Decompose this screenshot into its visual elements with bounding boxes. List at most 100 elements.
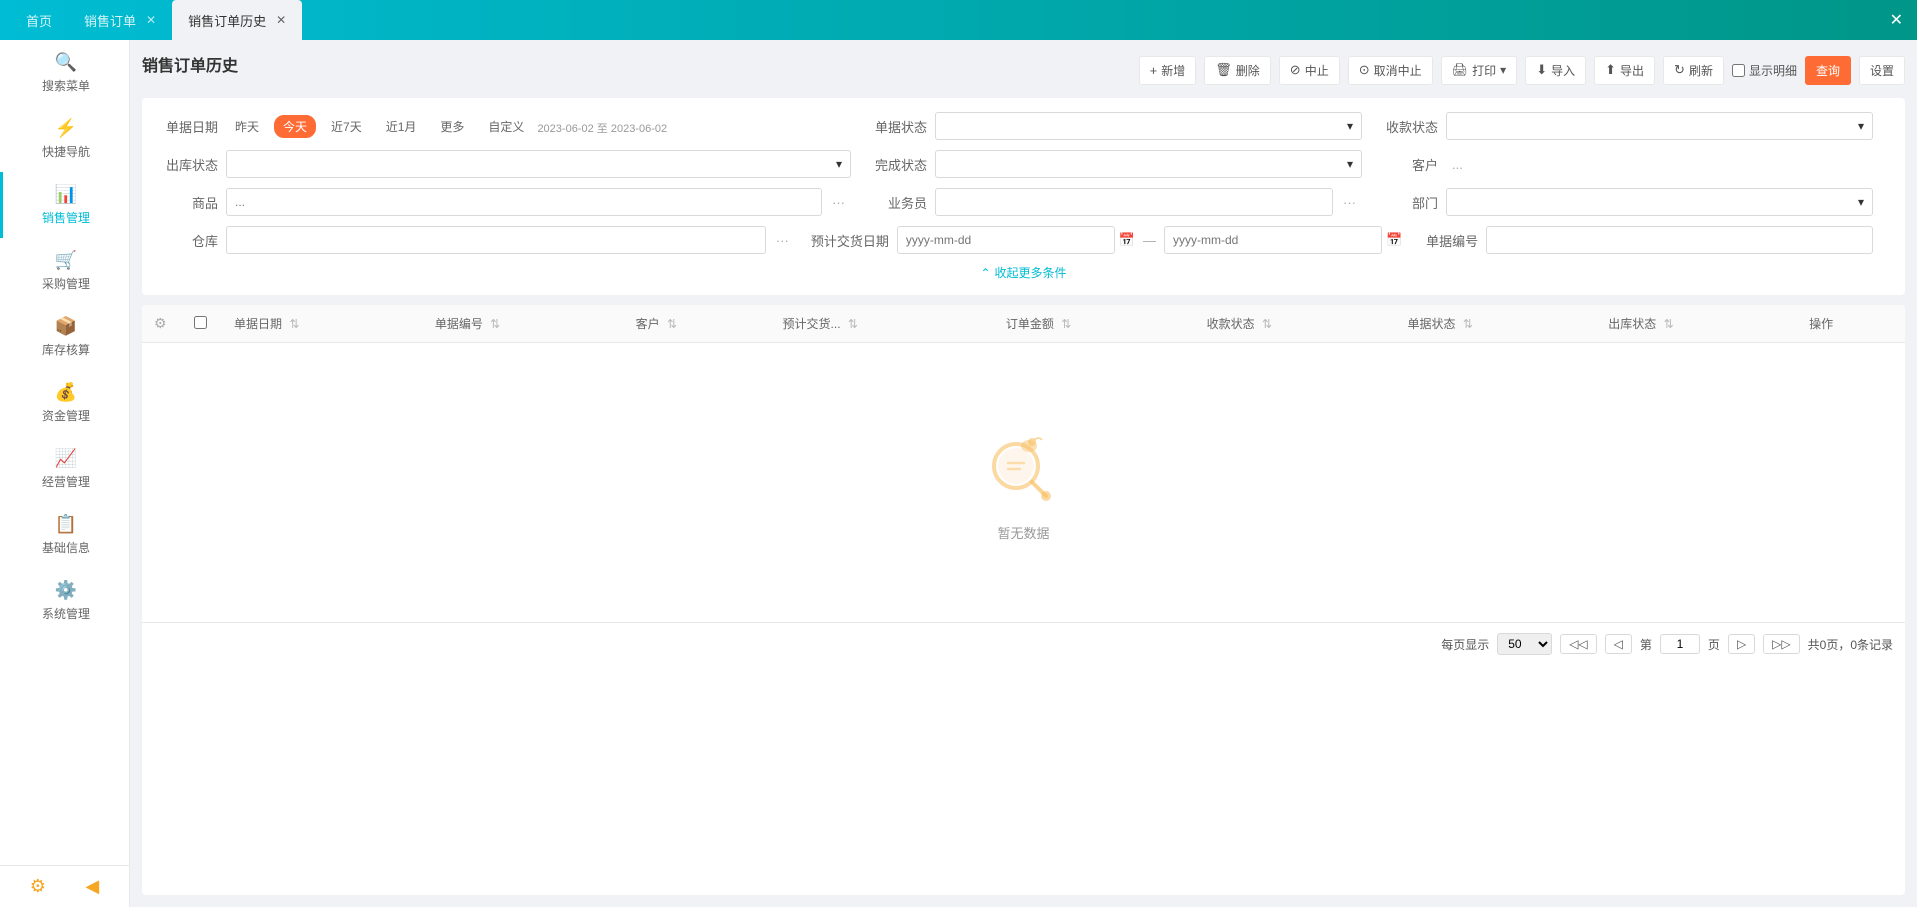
th-amount-sort-icon[interactable]: ⇅ — [1061, 317, 1071, 331]
sidebar-item-operations[interactable]: 📈经营管理 — [0, 436, 129, 502]
th-delivery-status: 出库状态 ⇅ — [1596, 305, 1797, 343]
new-button[interactable]: +新增 — [1139, 56, 1197, 85]
print-icon: 🖨 — [1452, 62, 1469, 78]
sidebar-item-sys-mgmt[interactable]: ⚙️系统管理 — [0, 568, 129, 634]
th-delivery-status-label: 出库状态 — [1608, 317, 1656, 331]
date-btn-1month[interactable]: 近1月 — [377, 115, 426, 138]
salesperson-input[interactable] — [935, 188, 1333, 216]
filter-status: 单据状态 ▾ — [867, 112, 1378, 140]
tab-close-sales-order[interactable]: ✕ — [146, 13, 156, 27]
department-select[interactable]: ▾ — [1446, 188, 1873, 216]
page-title: 销售订单历史 — [142, 52, 238, 76]
top-bar: 首页销售订单✕销售订单历史✕ ✕ — [0, 0, 1917, 40]
next-page-btn[interactable]: ▷ — [1728, 634, 1755, 654]
th-date-sort-icon[interactable]: ⇅ — [289, 317, 299, 331]
prev-page-btn[interactable]: ◁ — [1605, 634, 1632, 654]
table-column-settings-btn[interactable]: ⚙ — [154, 315, 167, 331]
th-receipt-status-sort-icon[interactable]: ⇅ — [1262, 317, 1272, 331]
th-delivery-status-sort-icon[interactable]: ⇅ — [1664, 317, 1674, 331]
display-columns-label[interactable]: 显示明细 — [1732, 62, 1797, 79]
last-page-btn[interactable]: ▷▷ — [1763, 634, 1799, 654]
delivery-status-select[interactable]: ▾ — [226, 150, 851, 178]
expected-date-from[interactable] — [897, 226, 1115, 254]
filter-order-no: 单据编号 — [1418, 226, 1889, 254]
window-close-button[interactable]: ✕ — [1886, 6, 1907, 34]
date-btn-more[interactable]: 更多 — [431, 115, 473, 138]
select-all-checkbox[interactable] — [194, 316, 207, 329]
date-btn-7days[interactable]: 近7天 — [322, 115, 371, 138]
date-btn-yesterday[interactable]: 昨天 — [226, 115, 268, 138]
warehouse-label: 仓库 — [158, 231, 218, 250]
tab-close-sales-order-history[interactable]: ✕ — [276, 13, 286, 27]
inventory-icon: 📦 — [55, 316, 77, 337]
page-number-input[interactable] — [1660, 634, 1700, 654]
page-size-select[interactable]: 50 20 100 200 — [1497, 633, 1552, 655]
status-select[interactable]: ▾ — [935, 112, 1362, 140]
expected-date-to[interactable] — [1164, 226, 1382, 254]
th-order-no-sort-icon[interactable]: ⇅ — [490, 317, 500, 331]
complete-status-select[interactable]: ▾ — [935, 150, 1362, 178]
quick-nav-icon: ⚡ — [55, 118, 77, 139]
tab-sales-order[interactable]: 销售订单✕ — [68, 0, 172, 40]
th-customer-sort-icon[interactable]: ⇅ — [667, 317, 677, 331]
search-menu-icon: 🔍 — [55, 52, 77, 73]
customer-control: ... — [1446, 155, 1873, 174]
date-btn-today[interactable]: 今天 — [274, 115, 316, 138]
warehouse-input[interactable] — [226, 226, 766, 254]
stop-button[interactable]: ⊘中止 — [1279, 56, 1340, 85]
delete-button[interactable]: 🗑删除 — [1204, 56, 1271, 85]
data-table-container: ⚙ 单据日期 ⇅ 单据编号 ⇅ — [142, 305, 1905, 895]
th-order-status-sort-icon[interactable]: ⇅ — [1463, 317, 1473, 331]
date-dash: — — [1139, 233, 1160, 248]
tab-home[interactable]: 首页 — [10, 0, 68, 40]
order-no-input[interactable] — [1486, 226, 1873, 254]
query-button[interactable]: 查询 — [1805, 56, 1851, 85]
first-page-btn[interactable]: ◁◁ — [1560, 634, 1596, 654]
new-icon: + — [1150, 63, 1158, 78]
calendar-from-icon[interactable]: 📅 — [1119, 232, 1135, 248]
print-button[interactable]: 🖨打印 ▾ — [1441, 56, 1518, 85]
sales-mgmt-icon: 📊 — [55, 184, 77, 205]
toolbar: +新增🗑删除 ⊘中止 ⊙取消中止 🖨打印 ▾⬇导入 ⬆导出 ↻刷新显示明细查询设置 — [1139, 56, 1905, 85]
th-date: 单据日期 ⇅ — [222, 305, 423, 343]
tab-bar: 首页销售订单✕销售订单历史✕ — [10, 0, 1886, 40]
filter-expected-date: 预计交货日期 📅 — 📅 — [811, 226, 1418, 254]
import-button[interactable]: ⬇导入 — [1525, 56, 1586, 85]
sidebar-item-search-menu[interactable]: 🔍 搜索菜单 — [0, 40, 129, 106]
export-button[interactable]: ⬆导出 — [1594, 56, 1655, 85]
sidebar-item-base-info[interactable]: 📋基础信息 — [0, 502, 129, 568]
sidebar-collapse-icon[interactable]: ◀ — [85, 876, 99, 897]
th-date-label: 单据日期 — [234, 317, 282, 331]
salesperson-label: 业务员 — [867, 193, 927, 212]
tab-sales-order-history[interactable]: 销售订单历史✕ — [172, 0, 302, 40]
sidebar-item-quick-nav[interactable]: ⚡快捷导航 — [0, 106, 129, 172]
sidebar-item-inventory[interactable]: 📦库存核算 — [0, 304, 129, 370]
sidebar-item-purchase-mgmt[interactable]: 🛒采购管理 — [0, 238, 129, 304]
th-actions: 操作 — [1797, 305, 1905, 343]
filter-date: 单据日期 昨天 今天 近7天 近1月 更多 自定义 2023-06-02 — [158, 115, 867, 138]
product-picker-btn[interactable]: ··· — [826, 193, 851, 212]
purchase-mgmt-icon: 🛒 — [55, 250, 77, 271]
calendar-to-icon[interactable]: 📅 — [1386, 232, 1402, 248]
display-columns-checkbox[interactable] — [1732, 64, 1745, 77]
page-label: 页 — [1708, 636, 1720, 653]
date-btn-custom[interactable]: 自定义 — [479, 115, 533, 138]
refresh-button[interactable]: ↻刷新 — [1663, 56, 1724, 85]
th-actions-label: 操作 — [1809, 317, 1833, 331]
empty-state-row: 暂无数据 — [142, 343, 1905, 623]
th-expected-date-sort-icon[interactable]: ⇅ — [848, 317, 858, 331]
sys-mgmt-icon: ⚙️ — [55, 580, 77, 601]
settings-button[interactable]: 设置 — [1859, 56, 1905, 85]
sidebar-settings-icon[interactable]: ⚙ — [30, 876, 46, 897]
sidebar-item-finance[interactable]: 💰资金管理 — [0, 370, 129, 436]
sidebar-item-sales-mgmt[interactable]: 📊销售管理 — [0, 172, 129, 238]
delivery-status-dropdown-icon: ▾ — [836, 157, 842, 171]
sidebar-label-search-menu: 搜索菜单 — [42, 77, 90, 94]
warehouse-picker-btn[interactable]: ··· — [770, 231, 795, 250]
collapse-filters-btn[interactable]: ⌃ 收起更多条件 — [158, 264, 1889, 281]
salesperson-picker-btn[interactable]: ··· — [1337, 193, 1362, 212]
customer-picker-btn[interactable]: ... — [1446, 155, 1469, 174]
cancel-stop-button[interactable]: ⊙取消中止 — [1348, 56, 1433, 85]
product-input[interactable] — [226, 188, 822, 216]
receipt-status-select[interactable]: ▾ — [1446, 112, 1873, 140]
